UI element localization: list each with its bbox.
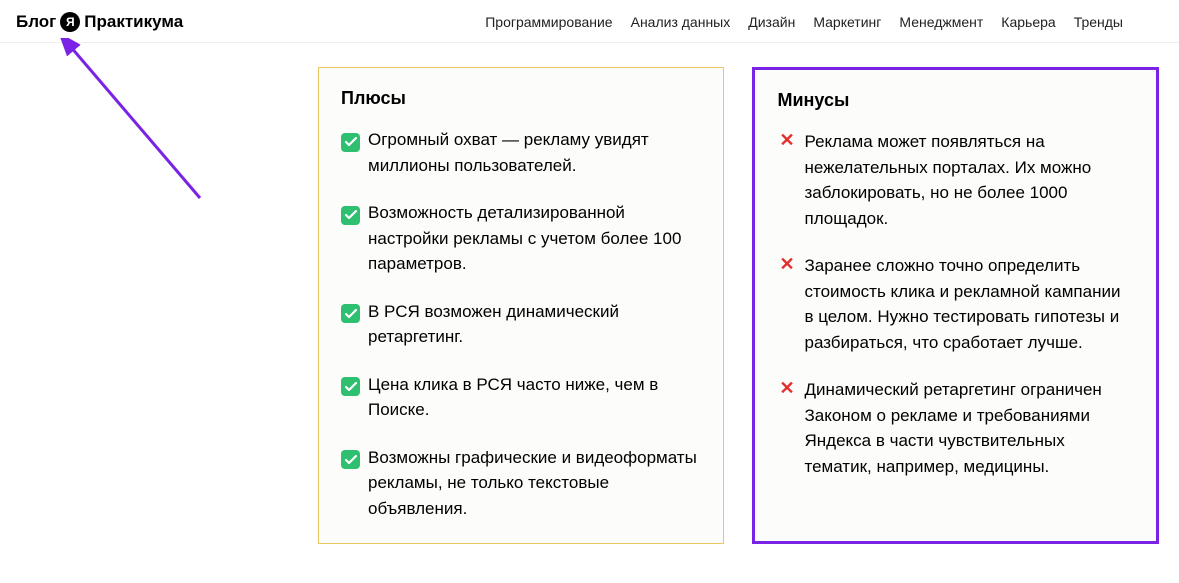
list-item: Огромный охват — рекламу увидят миллионы… [341, 127, 701, 178]
list-item: Цена клика в РСЯ часто ниже, чем в Поиск… [341, 372, 701, 423]
list-item: Возможность детализированной настройки р… [341, 200, 701, 277]
logo-icon: Я [60, 12, 80, 32]
nav-item-design[interactable]: Дизайн [748, 14, 795, 30]
check-icon [341, 301, 360, 327]
nav-item-career[interactable]: Карьера [1001, 14, 1055, 30]
content: Плюсы Огромный охват — рекламу увидят ми… [0, 43, 1179, 544]
nav-item-marketing[interactable]: Маркетинг [813, 14, 881, 30]
cross-icon: ✕ [777, 379, 796, 398]
pros-title: Плюсы [341, 88, 701, 109]
nav-item-management[interactable]: Менеджмент [899, 14, 983, 30]
pros-item-text: Возможны графические и видеоформаты рекл… [368, 445, 701, 522]
cons-title: Минусы [777, 90, 1134, 111]
logo-text-2: Практикума [84, 12, 183, 32]
cons-item-text: Заранее сложно точно определить стоимост… [804, 253, 1134, 355]
list-item: В РСЯ возможен динамический ретаргетинг. [341, 299, 701, 350]
cons-card: Минусы ✕ Реклама может появляться на неж… [752, 67, 1159, 544]
pros-item-text: Огромный охват — рекламу увидят миллионы… [368, 127, 701, 178]
list-item: ✕ Динамический ретаргетинг ограничен Зак… [777, 377, 1134, 479]
header: Блог Я Практикума Программирование Анали… [0, 0, 1179, 43]
cross-icon: ✕ [777, 131, 796, 150]
list-item: ✕ Заранее сложно точно определить стоимо… [777, 253, 1134, 355]
nav-item-programming[interactable]: Программирование [485, 14, 612, 30]
pros-item-text: В РСЯ возможен динамический ретаргетинг. [368, 299, 701, 350]
cons-item-text: Реклама может появляться на нежелательны… [804, 129, 1134, 231]
nav: Программирование Анализ данных Дизайн Ма… [485, 14, 1123, 30]
nav-item-trends[interactable]: Тренды [1074, 14, 1123, 30]
check-icon [341, 447, 360, 473]
logo[interactable]: Блог Я Практикума [16, 12, 183, 32]
list-item: ✕ Реклама может появляться на нежелатель… [777, 129, 1134, 231]
check-icon [341, 202, 360, 228]
cons-item-text: Динамический ретаргетинг ограничен Закон… [804, 377, 1134, 479]
pros-item-text: Возможность детализированной настройки р… [368, 200, 701, 277]
logo-text-1: Блог [16, 12, 56, 32]
pros-item-text: Цена клика в РСЯ часто ниже, чем в Поиск… [368, 372, 701, 423]
list-item: Возможны графические и видеоформаты рекл… [341, 445, 701, 522]
check-icon [341, 129, 360, 155]
pros-card: Плюсы Огромный охват — рекламу увидят ми… [318, 67, 724, 544]
nav-item-data-analysis[interactable]: Анализ данных [631, 14, 731, 30]
cross-icon: ✕ [777, 255, 796, 274]
check-icon [341, 374, 360, 400]
